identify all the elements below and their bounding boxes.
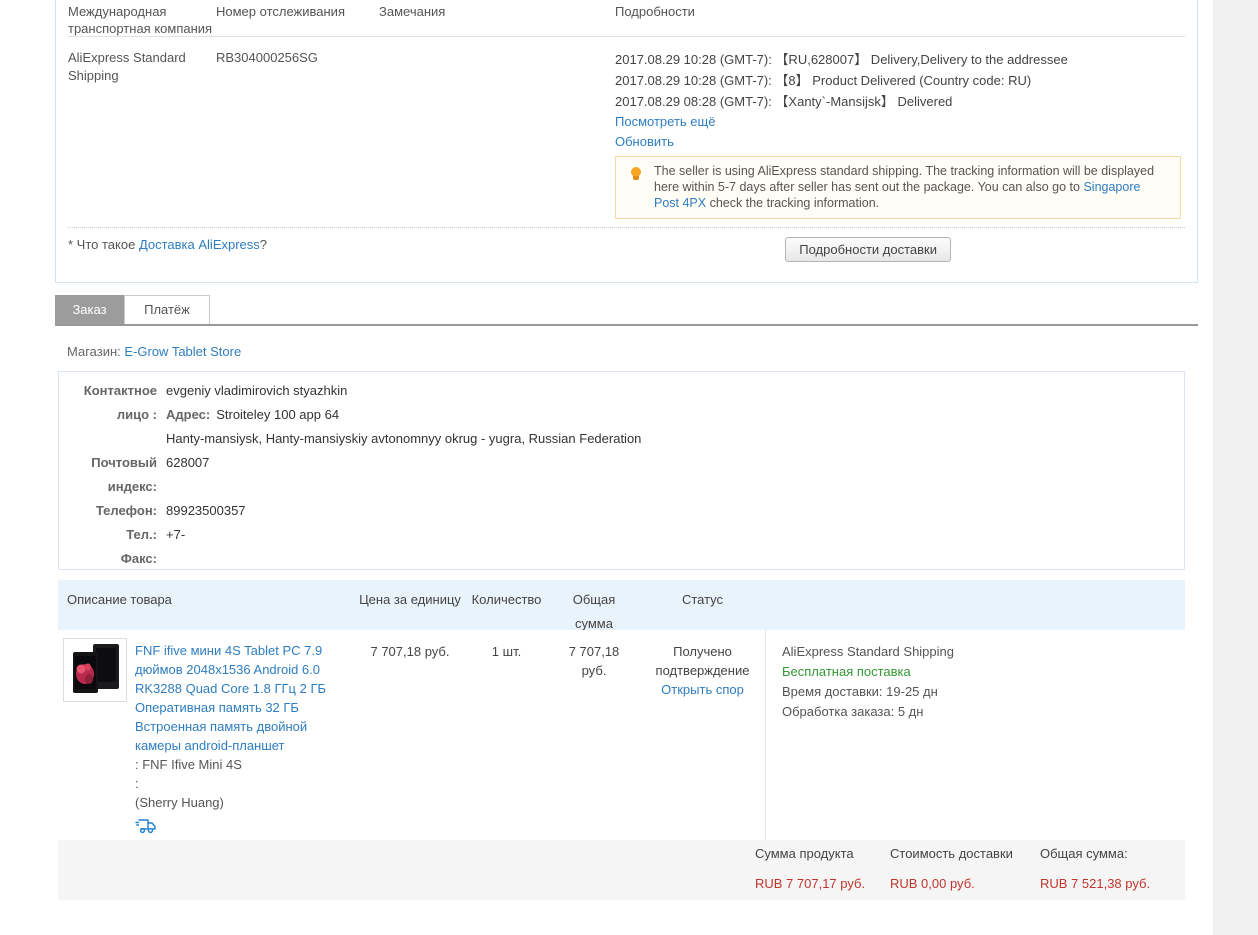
remarks-value [379, 37, 615, 219]
product-title-link[interactable]: FNF ifive мини 4S Tablet PC 7.9 дюймов 2… [135, 641, 355, 755]
postal-label-line1: Почтовый [91, 455, 157, 470]
product-description-cell: FNF ifive мини 4S Tablet PC 7.9 дюймов 2… [58, 630, 355, 840]
store-line: Магазин: E-Grow Tablet Store [67, 344, 241, 359]
quantity-cell: 1 шт. [491, 644, 522, 659]
shipping-cost-value: RUB 0,00 руб. [890, 876, 975, 891]
order-item-row: FNF ifive мини 4S Tablet PC 7.9 дюймов 2… [58, 630, 1185, 840]
tracking-event: 2017.08.29 10:28 (GMT-7): 【RU,628007】 De… [615, 52, 1068, 67]
product-sum-value: RUB 7 707,17 руб. [755, 876, 866, 891]
phone-value: 89923500357 [166, 503, 246, 518]
unit-price-cell: 7 707,18 руб. [370, 644, 450, 659]
col-header-unit-price: Цена за единицу [359, 592, 461, 607]
tab-order[interactable]: Заказ [55, 295, 124, 324]
carrier-name: AliExpress Standard Shipping [68, 50, 186, 83]
col-header-description: Описание товара [67, 592, 172, 607]
product-sum-label: Сумма продукта [755, 846, 854, 861]
order-totals-band: Сумма продукта RUB 7 707,17 руб. Стоимос… [58, 840, 1185, 900]
col-header-status: Статус [681, 592, 724, 607]
grand-total-value: RUB 7 521,38 руб. [1040, 876, 1151, 891]
tel-value: +7- [166, 527, 186, 542]
store-link[interactable]: E-Grow Tablet Store [124, 344, 241, 359]
shipping-cost-column: Стоимость доставки RUB 0,00 руб. [890, 847, 1013, 890]
contact-info-box: Контактное evgeniy vladimirovich styazhk… [58, 371, 1185, 570]
product-sum-column: Сумма продукта RUB 7 707,17 руб. [755, 847, 865, 890]
shipping-table-header: Международная транспортная компания Номе… [56, 0, 1197, 37]
product-variant: : FNF Ifive Mini 4S [135, 757, 242, 772]
order-detail-page: Международная транспортная компания Номе… [0, 0, 1258, 935]
free-shipping-label: Бесплатная поставка [782, 664, 911, 679]
shipping-info-cell: AliExpress Standard Shipping Бесплатная … [765, 630, 1185, 840]
tab-payment[interactable]: Платёж [124, 295, 210, 324]
total-price-cell: 7 707,18 руб. [568, 644, 620, 678]
postal-label-line2: индекс: [107, 479, 157, 494]
whatis-prefix: * Что такое [68, 237, 139, 252]
store-label: Магазин: [67, 344, 121, 359]
open-dispute-link[interactable]: Открыть спор [661, 682, 744, 697]
grand-total-label: Общая сумма: [1040, 846, 1128, 861]
refresh-link[interactable]: Обновить [615, 134, 674, 149]
aliexpress-shipping-link[interactable]: Доставка AliExpress [139, 237, 260, 252]
shipping-table-row: AliExpress Standard Shipping RB304000256… [56, 37, 1197, 219]
col-header-carrier: Международная транспортная компания [68, 0, 216, 37]
order-payment-tabs: Заказ Платёж [55, 295, 1198, 326]
items-table-header: Описание товара Цена за единицу Количест… [58, 580, 1185, 630]
shipping-notice: The seller is using AliExpress standard … [615, 156, 1181, 219]
contact-label-line2: лицо : [116, 407, 157, 422]
fax-label: Факс: [120, 551, 157, 566]
tracking-event: 2017.08.29 08:28 (GMT-7): 【Xanty`-Mansij… [615, 94, 953, 109]
order-status: Получено подтверждение [655, 644, 750, 678]
contact-name: evgeniy vladimirovich styazhkin [166, 383, 348, 398]
phone-label: Телефон: [95, 503, 157, 518]
address-label: Адрес: [166, 407, 211, 422]
processing-time: Обработка заказа: 5 дн [782, 704, 924, 719]
col-header-total: Общая сумма [572, 592, 616, 630]
whatis-suffix: ? [259, 237, 268, 252]
contact-label-line1: Контактное [83, 383, 157, 398]
shipping-panel-footer: * Что такое Доставка AliExpress? Подробн… [68, 227, 1185, 262]
product-meta-colon: : [135, 776, 139, 791]
tablet-image [73, 644, 119, 693]
postal-code: 628007 [166, 455, 210, 470]
col-header-tracking-number: Номер отслеживания [216, 0, 379, 37]
tel-label: Тел.: [126, 527, 157, 542]
product-image[interactable] [63, 638, 127, 702]
page-right-margin [1213, 0, 1258, 935]
view-more-link[interactable]: Посмотреть ещё [615, 114, 715, 129]
product-seller: (Sherry Huang) [135, 795, 224, 810]
status-cell: Получено подтверждение Открыть спор [640, 630, 765, 840]
notice-text: The seller is using AliExpress standard … [654, 164, 1155, 194]
shipping-truck-icon[interactable] [135, 818, 157, 837]
shipping-details-button[interactable]: Подробности доставки [785, 237, 951, 262]
address-line1: Stroiteley 100 app 64 [216, 407, 340, 422]
notice-text-after: check the tracking information. [706, 196, 880, 210]
col-header-quantity: Количество [471, 592, 542, 607]
fax-value [157, 547, 166, 571]
shipping-cost-label: Стоимость доставки [890, 846, 1013, 861]
bulb-icon [631, 167, 641, 180]
tracking-number: RB304000256SG [216, 50, 318, 65]
shipping-method: AliExpress Standard Shipping [782, 644, 954, 659]
grand-total-column: Общая сумма: RUB 7 521,38 руб. [1040, 847, 1150, 890]
col-header-details: Подробности [615, 0, 1185, 37]
shipping-tracking-panel: Международная транспортная компания Номе… [55, 0, 1198, 283]
tracking-details-cell: 2017.08.29 10:28 (GMT-7): 【RU,628007】 De… [615, 37, 1185, 219]
delivery-time: Время доставки: 19-25 дн [782, 684, 938, 699]
col-header-remarks: Замечания [379, 0, 615, 37]
address-line2: Hanty-mansiysk, Hanty-mansiyskiy avtonom… [166, 431, 642, 446]
tracking-event: 2017.08.29 10:28 (GMT-7): 【8】 Product De… [615, 73, 1032, 88]
